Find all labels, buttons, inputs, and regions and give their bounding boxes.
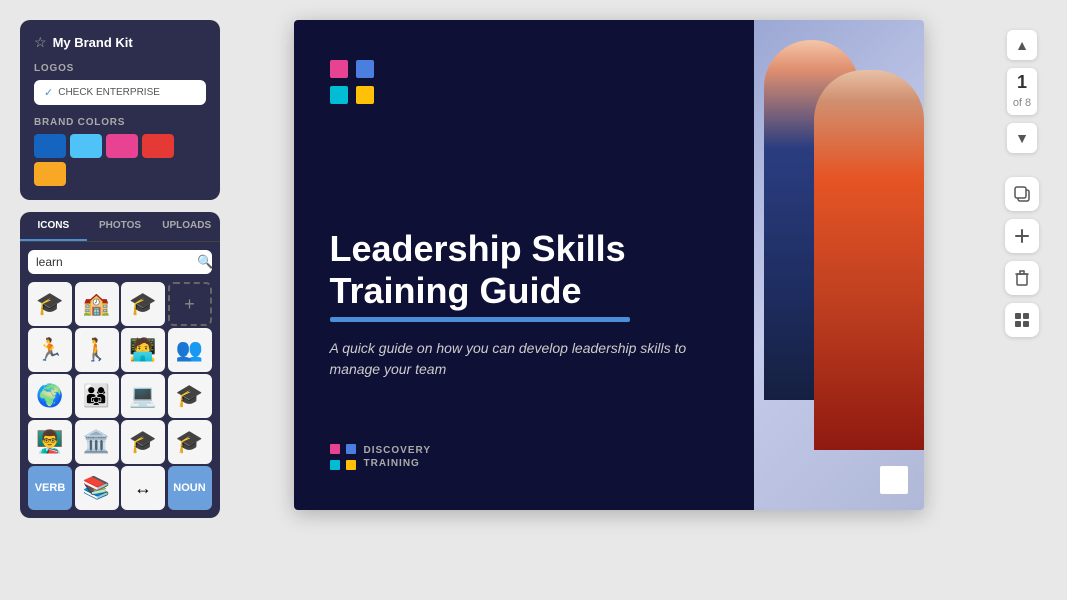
canvas-wrapper: Leadership Skills Training Guide A quick…	[294, 20, 924, 510]
delete-icon	[1013, 269, 1031, 287]
icon-cell-graduation-cap[interactable]: 🎓	[28, 282, 72, 326]
page-current: 1	[1013, 72, 1031, 93]
footer-logo-pink	[330, 444, 340, 454]
copy-icon	[1013, 185, 1031, 203]
icon-cell-noun-learn[interactable]: 📚	[75, 466, 119, 510]
icon-cell-learn-people[interactable]: 👨‍👩‍👧	[75, 374, 119, 418]
icon-cell-team-learn[interactable]: 👨‍🏫	[28, 420, 72, 464]
page-total: of 8	[1013, 97, 1031, 109]
logo-center-hole	[346, 76, 358, 88]
logo-icon	[330, 60, 374, 104]
color-swatch-light-blue[interactable]	[70, 134, 102, 158]
logo-quad-teal	[330, 86, 348, 104]
logos-section: LOGOS ✓ CHECK ENTERPRISE	[34, 63, 206, 105]
footer-logo-mini	[330, 444, 356, 470]
nav-up-button[interactable]: ▲	[1007, 30, 1037, 60]
icons-grid: 🎓 🏫 🎓 + 🏃 🚶 🧑‍💻 👥 🌍 👨‍👩‍👧 💻 🎓 👨‍🏫 🏛️ 🎓 🎓…	[20, 278, 220, 518]
icon-cell-student-walk[interactable]: 🚶	[75, 328, 119, 372]
canvas-footer: DISCOVERY TRAINING	[330, 444, 718, 470]
icon-cell-students-group[interactable]: 👥	[168, 328, 212, 372]
icon-cell-mortarboard[interactable]: 🎓	[121, 282, 165, 326]
check-icon: ✓	[44, 86, 53, 99]
color-swatch-blue[interactable]	[34, 134, 66, 158]
grid-button[interactable]	[1005, 303, 1039, 337]
tab-photos[interactable]: PHOTOS	[87, 212, 154, 241]
logo-quad-yellow	[356, 86, 374, 104]
icon-cell-classroom[interactable]: 🏛️	[75, 420, 119, 464]
color-swatch-red[interactable]	[142, 134, 174, 158]
check-enterprise-label: CHECK ENTERPRISE	[58, 87, 160, 98]
logo-quad-blue	[356, 60, 374, 78]
brand-kit-header: ☆ My Brand Kit	[34, 34, 206, 51]
grid-icon	[1013, 311, 1031, 329]
footer-logo-teal	[330, 460, 340, 470]
tab-icons[interactable]: ICONS	[20, 212, 87, 241]
page-indicator: 1 of 8	[1007, 68, 1037, 115]
left-panel: ☆ My Brand Kit LOGOS ✓ CHECK ENTERPRISE …	[20, 20, 220, 518]
canvas-area: Leadership Skills Training Guide A quick…	[236, 20, 981, 510]
brand-colors-section: BRAND COLORS	[34, 117, 206, 186]
person-2	[814, 70, 924, 450]
icon-cell-graduation-cap-2[interactable]: 🎓	[168, 374, 212, 418]
footer-text: DISCOVERY TRAINING	[364, 444, 432, 470]
icons-search-row: 🔍	[20, 242, 220, 278]
check-enterprise-button[interactable]: ✓ CHECK ENTERPRISE	[34, 80, 206, 105]
canvas-slide-right	[754, 20, 924, 510]
nav-down-button[interactable]: ▼	[1007, 123, 1037, 153]
icon-cell-transfer[interactable]: ↔	[121, 466, 165, 510]
footer-logo-yellow	[346, 460, 356, 470]
delete-button[interactable]	[1005, 261, 1039, 295]
slide-subtitle: A quick guide on how you can develop lea…	[330, 338, 718, 380]
color-swatch-yellow[interactable]	[34, 162, 66, 186]
brand-colors-label: BRAND COLORS	[34, 117, 206, 128]
brand-kit-card: ☆ My Brand Kit LOGOS ✓ CHECK ENTERPRISE …	[20, 20, 220, 200]
canvas-slide-left: Leadership Skills Training Guide A quick…	[294, 20, 754, 510]
title-block: Leadership Skills Training Guide A quick…	[330, 228, 718, 380]
copy-button[interactable]	[1005, 177, 1039, 211]
search-icon: 🔍	[197, 254, 213, 270]
slide-title: Leadership Skills Training Guide	[330, 228, 718, 311]
add-icon	[1013, 227, 1031, 245]
icon-cell-noun-tag[interactable]: NOUN	[168, 466, 212, 510]
star-icon: ☆	[34, 34, 47, 51]
icon-cell-student-sit[interactable]: 🧑‍💻	[121, 328, 165, 372]
icon-cell-learn-globe[interactable]: 🌍	[28, 374, 72, 418]
footer-logo-blue	[346, 444, 356, 454]
right-controls: ▲ 1 of 8 ▼	[997, 20, 1047, 337]
icon-cell-diploma-hat[interactable]: 🎓	[168, 420, 212, 464]
icons-panel: ICONS PHOTOS UPLOADS 🔍 🎓 🏫 🎓 + 🏃 🚶 🧑‍💻 👥…	[20, 212, 220, 518]
footer-company: DISCOVERY	[364, 445, 432, 456]
icon-cell-cap-outline[interactable]: 🎓	[121, 420, 165, 464]
logo-quad-pink	[330, 60, 348, 78]
white-square	[880, 466, 908, 494]
footer-logo-hole	[339, 453, 347, 461]
brand-kit-title: My Brand Kit	[53, 35, 133, 50]
icon-cell-add-more[interactable]: +	[168, 282, 212, 326]
title-underline	[330, 317, 630, 322]
icon-cell-student-run[interactable]: 🏃	[28, 328, 72, 372]
icons-tabs: ICONS PHOTOS UPLOADS	[20, 212, 220, 242]
logos-label: LOGOS	[34, 63, 206, 74]
tab-uploads[interactable]: UPLOADS	[153, 212, 220, 241]
footer-tagline: TRAINING	[364, 458, 420, 469]
icons-search-wrap: 🔍	[28, 250, 212, 274]
colors-row	[34, 134, 206, 186]
icon-cell-verb-tag[interactable]: VERB	[28, 466, 72, 510]
icon-cell-learn-online[interactable]: 💻	[121, 374, 165, 418]
icon-cell-school-board[interactable]: 🏫	[75, 282, 119, 326]
search-input[interactable]	[36, 255, 191, 269]
color-swatch-pink[interactable]	[106, 134, 138, 158]
add-button[interactable]	[1005, 219, 1039, 253]
logo-area	[330, 60, 718, 104]
